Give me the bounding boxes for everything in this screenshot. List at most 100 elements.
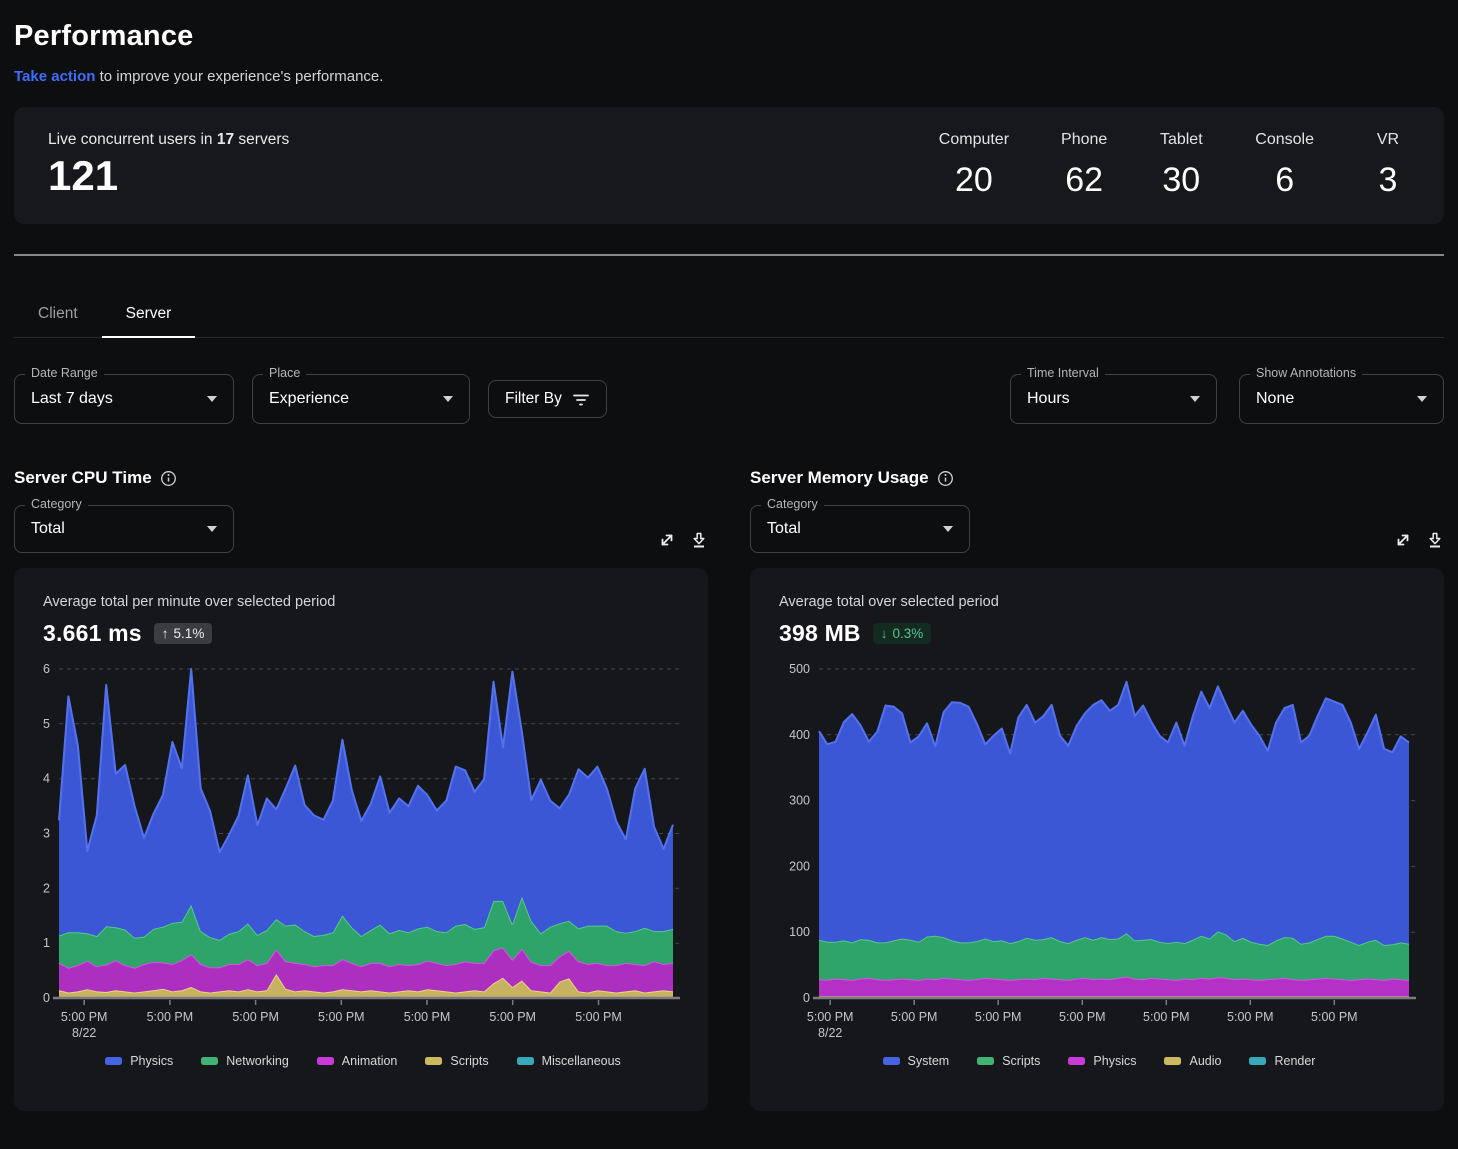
live-users-card: Live concurrent users in 17 servers 121 …: [14, 107, 1444, 224]
legend-label: Audio: [1189, 1054, 1221, 1068]
legend-item: Physics: [105, 1054, 173, 1068]
legend-item: Networking: [201, 1054, 289, 1068]
tab-server[interactable]: Server: [102, 292, 196, 338]
svg-text:5: 5: [43, 717, 50, 731]
page-title: Performance: [14, 20, 1444, 53]
platform-value: 3: [1366, 161, 1410, 200]
platform-label: Console: [1255, 131, 1314, 149]
legend-swatch: [977, 1057, 994, 1065]
live-users-prefix: Live concurrent users in: [48, 131, 217, 148]
memory-delta-value: 0.3%: [892, 626, 923, 641]
memory-chart-header: Server Memory Usage: [750, 468, 1444, 488]
platform-value: 30: [1159, 161, 1203, 200]
download-icon: [1426, 531, 1444, 549]
memory-chart-legend: SystemScriptsPhysicsAudioRender: [768, 1054, 1430, 1068]
legend-label: Miscellaneous: [542, 1054, 621, 1068]
legend-label: Animation: [342, 1054, 398, 1068]
live-users-suffix: servers: [234, 131, 289, 148]
svg-text:5:00 PM: 5:00 PM: [807, 1010, 854, 1024]
legend-item: Scripts: [977, 1054, 1040, 1068]
legend-item: Audio: [1164, 1054, 1221, 1068]
memory-value-row: 398 MB ↓0.3%: [779, 620, 1430, 647]
download-icon: [690, 531, 708, 549]
cpu-value-row: 3.661 ms ↑5.1%: [43, 620, 694, 647]
chevron-down-icon: [443, 396, 453, 402]
time-interval-label: Time Interval: [1021, 366, 1105, 380]
client-server-tabs: Client Server: [14, 292, 1444, 338]
show-annotations-label: Show Annotations: [1250, 366, 1362, 380]
time-interval-select[interactable]: Time Interval Hours: [1010, 374, 1217, 424]
take-action-link[interactable]: Take action: [14, 68, 95, 85]
live-users-label: Live concurrent users in 17 servers: [48, 131, 289, 149]
cpu-chart-header: Server CPU Time: [14, 468, 708, 488]
info-icon[interactable]: [160, 470, 177, 487]
section-divider: [14, 254, 1444, 256]
platform-phone: Phone 62: [1061, 131, 1107, 200]
place-select[interactable]: Place Experience: [252, 374, 470, 424]
platform-stats: Computer 20 Phone 62 Tablet 30 Console 6…: [939, 131, 1410, 200]
svg-text:5:00 PM: 5:00 PM: [1143, 1010, 1190, 1024]
legend-swatch: [1164, 1057, 1181, 1065]
download-chart-button[interactable]: [1426, 531, 1444, 549]
cpu-average-value: 3.661 ms: [43, 620, 142, 647]
server-memory-usage-svg: 01002003004005005:00 PM8/225:00 PM5:00 P…: [768, 661, 1428, 1046]
place-value: Experience: [269, 390, 431, 408]
memory-category-select[interactable]: Category Total: [750, 505, 970, 553]
legend-swatch: [425, 1057, 442, 1065]
time-interval-value: Hours: [1027, 390, 1178, 408]
memory-chart-card: Average total over selected period 398 M…: [750, 568, 1444, 1111]
legend-swatch: [105, 1057, 122, 1065]
chevron-down-icon: [1190, 396, 1200, 402]
memory-chart-title: Server Memory Usage: [750, 468, 929, 488]
legend-item: Scripts: [425, 1054, 488, 1068]
platform-computer: Computer 20: [939, 131, 1009, 200]
show-annotations-select[interactable]: Show Annotations None: [1239, 374, 1444, 424]
svg-text:5:00 PM: 5:00 PM: [404, 1010, 451, 1024]
svg-text:400: 400: [789, 728, 810, 742]
cpu-chart-legend: Physics Networking Animation Scripts Miscell…: [32, 1054, 694, 1068]
memory-chart-canvas[interactable]: 01002003004005005:00 PM8/225:00 PM5:00 P…: [768, 661, 1430, 1046]
memory-chart-controls: Category Total: [750, 505, 1444, 553]
platform-label: VR: [1366, 131, 1410, 149]
platform-vr: VR 3: [1366, 131, 1410, 200]
chevron-down-icon: [943, 526, 953, 532]
svg-text:5:00 PM: 5:00 PM: [147, 1010, 194, 1024]
svg-text:5:00 PM: 5:00 PM: [1059, 1010, 1106, 1024]
filter-by-label: Filter By: [505, 390, 562, 408]
server-cpu-time-svg: 01234565:00 PM8/225:00 PM5:00 PM5:00 PM5…: [32, 661, 692, 1046]
cpu-category-select[interactable]: Category Total: [14, 505, 234, 553]
cpu-chart-card: Average total per minute over selected p…: [14, 568, 708, 1111]
svg-text:5:00 PM: 5:00 PM: [575, 1010, 622, 1024]
platform-label: Computer: [939, 131, 1009, 149]
cpu-chart-canvas[interactable]: 01234565:00 PM8/225:00 PM5:00 PM5:00 PM5…: [32, 661, 694, 1046]
svg-text:3: 3: [43, 827, 50, 841]
legend-swatch: [517, 1057, 534, 1065]
legend-label: Networking: [226, 1054, 289, 1068]
legend-swatch: [1249, 1057, 1266, 1065]
tab-client[interactable]: Client: [14, 292, 102, 337]
legend-label: Scripts: [1002, 1054, 1040, 1068]
filter-by-button[interactable]: Filter By: [488, 380, 607, 418]
chevron-down-icon: [1417, 396, 1427, 402]
cpu-delta-value: 5.1%: [174, 626, 205, 641]
live-users-total: 121: [48, 153, 289, 199]
expand-chart-button[interactable]: [1394, 531, 1412, 549]
platform-tablet: Tablet 30: [1159, 131, 1203, 200]
download-chart-button[interactable]: [690, 531, 708, 549]
place-label: Place: [263, 366, 306, 380]
legend-label: Render: [1274, 1054, 1315, 1068]
svg-text:5:00 PM: 5:00 PM: [232, 1010, 279, 1024]
svg-text:8/22: 8/22: [72, 1026, 96, 1040]
date-range-label: Date Range: [25, 366, 104, 380]
category-value: Total: [31, 520, 195, 538]
svg-text:5:00 PM: 5:00 PM: [891, 1010, 938, 1024]
svg-text:0: 0: [43, 991, 50, 1005]
server-count: 17: [217, 131, 234, 148]
svg-text:2: 2: [43, 881, 50, 895]
svg-text:5:00 PM: 5:00 PM: [975, 1010, 1022, 1024]
info-icon[interactable]: [937, 470, 954, 487]
expand-chart-button[interactable]: [658, 531, 676, 549]
date-range-select[interactable]: Date Range Last 7 days: [14, 374, 234, 424]
category-value: Total: [767, 520, 931, 538]
legend-label: Physics: [130, 1054, 173, 1068]
